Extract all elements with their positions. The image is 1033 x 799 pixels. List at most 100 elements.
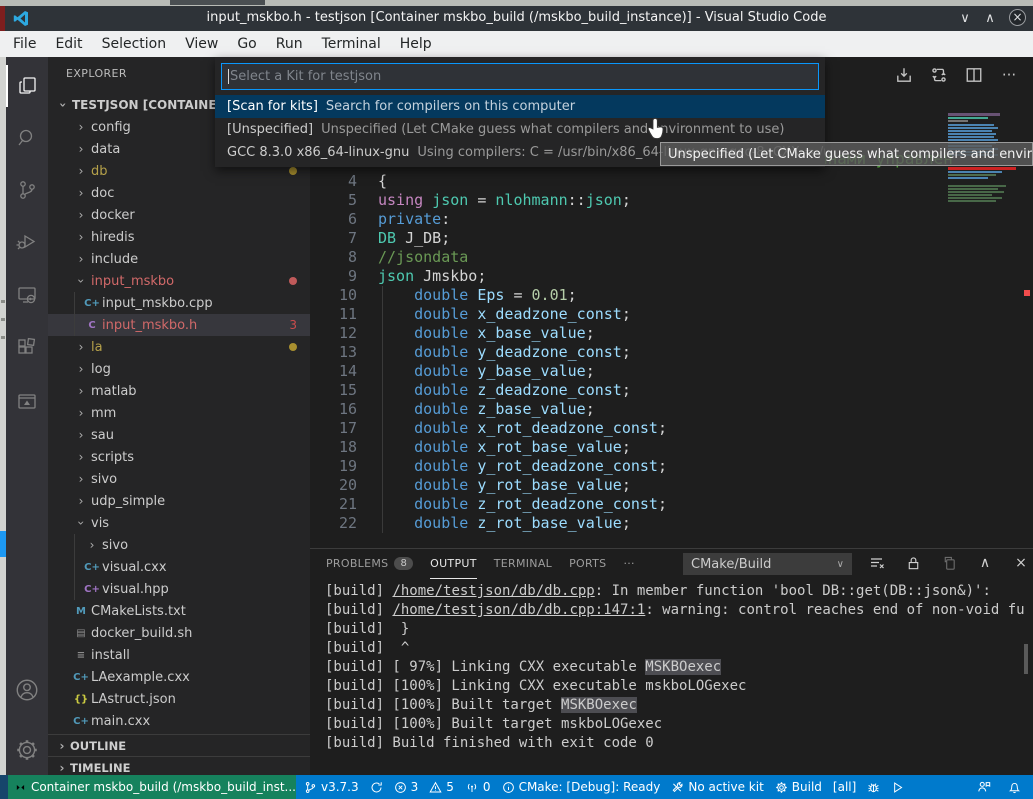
explorer-icon[interactable] [6,65,48,107]
status-item-info[interactable]: CMake: [Debug]: Ready [502,780,660,794]
tree-item-matlab[interactable]: › matlab [48,380,310,402]
maximize-panel-icon[interactable]: ∧ [974,552,996,574]
tree-item-docker[interactable]: › docker [48,204,310,226]
code-line-22[interactable]: 22 double z_rot_base_value; [310,514,1033,533]
tree-item-sivo[interactable]: › sivo [48,468,310,490]
panel-tab-problems[interactable]: PROBLEMS 8 [326,549,414,579]
code-line-4[interactable]: 4{ [310,172,1033,191]
code-line-13[interactable]: 13 double y_deadzone_const; [310,343,1033,362]
split-editor-icon[interactable] [964,65,984,85]
panel-scrollbar[interactable] [1024,644,1028,674]
clear-output-icon[interactable] [866,552,888,574]
quickpick-input[interactable]: Select a Kit for testjson [221,63,819,90]
quickpick-item--scan-for-kits-[interactable]: [Scan for kits] Search for compilers on t… [215,95,825,118]
status-item-bell[interactable] [1008,781,1021,794]
close-button[interactable]: × [1009,9,1026,26]
panel-tab-ports[interactable]: PORTS [569,549,606,579]
menu-edit[interactable]: Edit [55,36,82,52]
code-line-18[interactable]: 18 double x_rot_base_value; [310,438,1033,457]
menu-selection[interactable]: Selection [102,36,167,52]
tree-item-udp-simple[interactable]: › udp_simple [48,490,310,512]
code-line-9[interactable]: 9 json Jmskbo; [310,267,1033,286]
code-line-20[interactable]: 20 double y_rot_base_value; [310,476,1033,495]
maximize-button[interactable]: ∧ [980,9,1000,29]
tree-item-doc[interactable]: › doc [48,182,310,204]
tree-item-la[interactable]: › la [48,336,310,358]
minimap[interactable] [948,57,1016,548]
menu-view[interactable]: View [185,36,218,52]
menu-file[interactable]: File [13,36,36,52]
code-line-8[interactable]: 8//jsondata [310,248,1033,267]
settings-gear-icon[interactable] [6,729,48,771]
extensions-icon[interactable] [6,327,48,369]
menu-run[interactable]: Run [276,36,303,52]
remote-indicator[interactable]: Container mskbo_build (/mskbo_build_inst… [8,775,296,799]
code-line-16[interactable]: 16 double z_base_value; [310,400,1033,419]
code-area[interactable]: 4{5 using json = nlohmann::json; 6 private:… [310,172,1033,533]
code-line-14[interactable]: 14 double y_base_value; [310,362,1033,381]
tree-item-laexample-cxx[interactable]: C+ LAexample.cxx [48,666,310,688]
status-item-feedback[interactable] [977,780,991,794]
container-panel-icon[interactable] [6,381,48,423]
code-line-10[interactable]: 10 double Eps = 0.01; [310,286,1033,305]
pair-switch-icon[interactable] [929,65,949,85]
status-item-branch[interactable]: v3.7.3 [304,780,359,794]
code-line-21[interactable]: 21 double z_rot_deadzone_const; [310,495,1033,514]
tree-item-sivo[interactable]: › sivo [48,534,310,556]
tree-item-log[interactable]: › log [48,358,310,380]
tree-item-docker-build-sh[interactable]: ▤ docker_build.sh [48,622,310,644]
tree-item-include[interactable]: › include [48,248,310,270]
tree-item-cmakelists-txt[interactable]: M CMakeLists.txt [48,600,310,622]
file-link[interactable]: /home/testjson/db/db.cpp:147:1 [392,602,645,618]
panel-tab-terminal[interactable]: TERMINAL [494,549,552,579]
tree-item-main-cxx[interactable]: C+ main.cxx [48,710,310,732]
status-item-tools[interactable]: No active kit [671,780,764,794]
menu-terminal[interactable]: Terminal [322,36,381,52]
code-line-12[interactable]: 12 double x_base_value; [310,324,1033,343]
tree-item-lastruct-json[interactable]: {} LAstruct.json [48,688,310,710]
tree-item-sau[interactable]: › sau [48,424,310,446]
status-item-broadcast[interactable]: 0 [465,780,491,794]
output-channel-select[interactable]: CMake/Build ∨ [683,553,852,575]
output-log[interactable]: [build] /home/testjson/db/db.cpp: In mem… [325,582,1025,753]
install-kit-icon[interactable] [894,65,914,85]
run-debug-icon[interactable] [6,221,48,263]
status-item--all-[interactable]: [all] [833,780,856,794]
menu-go[interactable]: Go [237,36,256,52]
status-item-warning[interactable]: 5 [429,780,454,794]
outline-section[interactable]: › OUTLINE [48,734,310,756]
tree-item-visual-hpp[interactable]: C+ visual.hpp [48,578,310,600]
tree-item-visual-cxx[interactable]: C+ visual.cxx [48,556,310,578]
close-panel-icon[interactable]: × [1010,552,1032,574]
remote-explorer-icon[interactable] [6,274,48,316]
search-icon[interactable] [6,117,48,159]
tree-item-mm[interactable]: › mm [48,402,310,424]
source-control-icon[interactable] [6,169,48,211]
status-item-sync[interactable] [370,781,383,794]
tree-item-input-mskbo[interactable]: › input_mskbo [48,270,310,292]
code-line-6[interactable]: 6 private: [310,210,1033,229]
code-line-5[interactable]: 5 using json = nlohmann::json; [310,191,1033,210]
tree-item-input-mskbo-cpp[interactable]: C+ input_mskbo.cpp [48,292,310,314]
account-icon[interactable] [6,669,48,711]
tree-item-vis[interactable]: › vis [48,512,310,534]
status-item-bug[interactable] [867,781,880,794]
minimize-button[interactable]: ∨ [955,9,975,29]
menu-help[interactable]: Help [400,36,432,52]
quickpick-item--unspecified-[interactable]: [Unspecified] Unspecified (Let CMake gues… [215,118,825,141]
copy-output-icon[interactable] [938,552,960,574]
status-item-play[interactable] [891,781,904,794]
code-line-19[interactable]: 19 double y_rot_deadzone_const; [310,457,1033,476]
file-link[interactable]: /home/testjson/db/db.cpp [392,583,594,599]
lock-scroll-icon[interactable] [902,552,924,574]
code-line-11[interactable]: 11 double x_deadzone_const; [310,305,1033,324]
tree-item-scripts[interactable]: › scripts [48,446,310,468]
editor-more-actions-icon[interactable]: ··· [999,65,1019,85]
code-line-15[interactable]: 15 double z_deadzone_const; [310,381,1033,400]
code-line-7[interactable]: 7 DB J_DB; [310,229,1033,248]
tree-item-input-mskbo-h[interactable]: Cinput_mskbo.h 3 [48,314,310,336]
code-line-17[interactable]: 17 double x_rot_deadzone_const; [310,419,1033,438]
tree-item-install[interactable]: ≡ install [48,644,310,666]
panel-tab-[interactable]: ··· [623,549,634,579]
status-item-gear[interactable]: Build [775,780,822,794]
